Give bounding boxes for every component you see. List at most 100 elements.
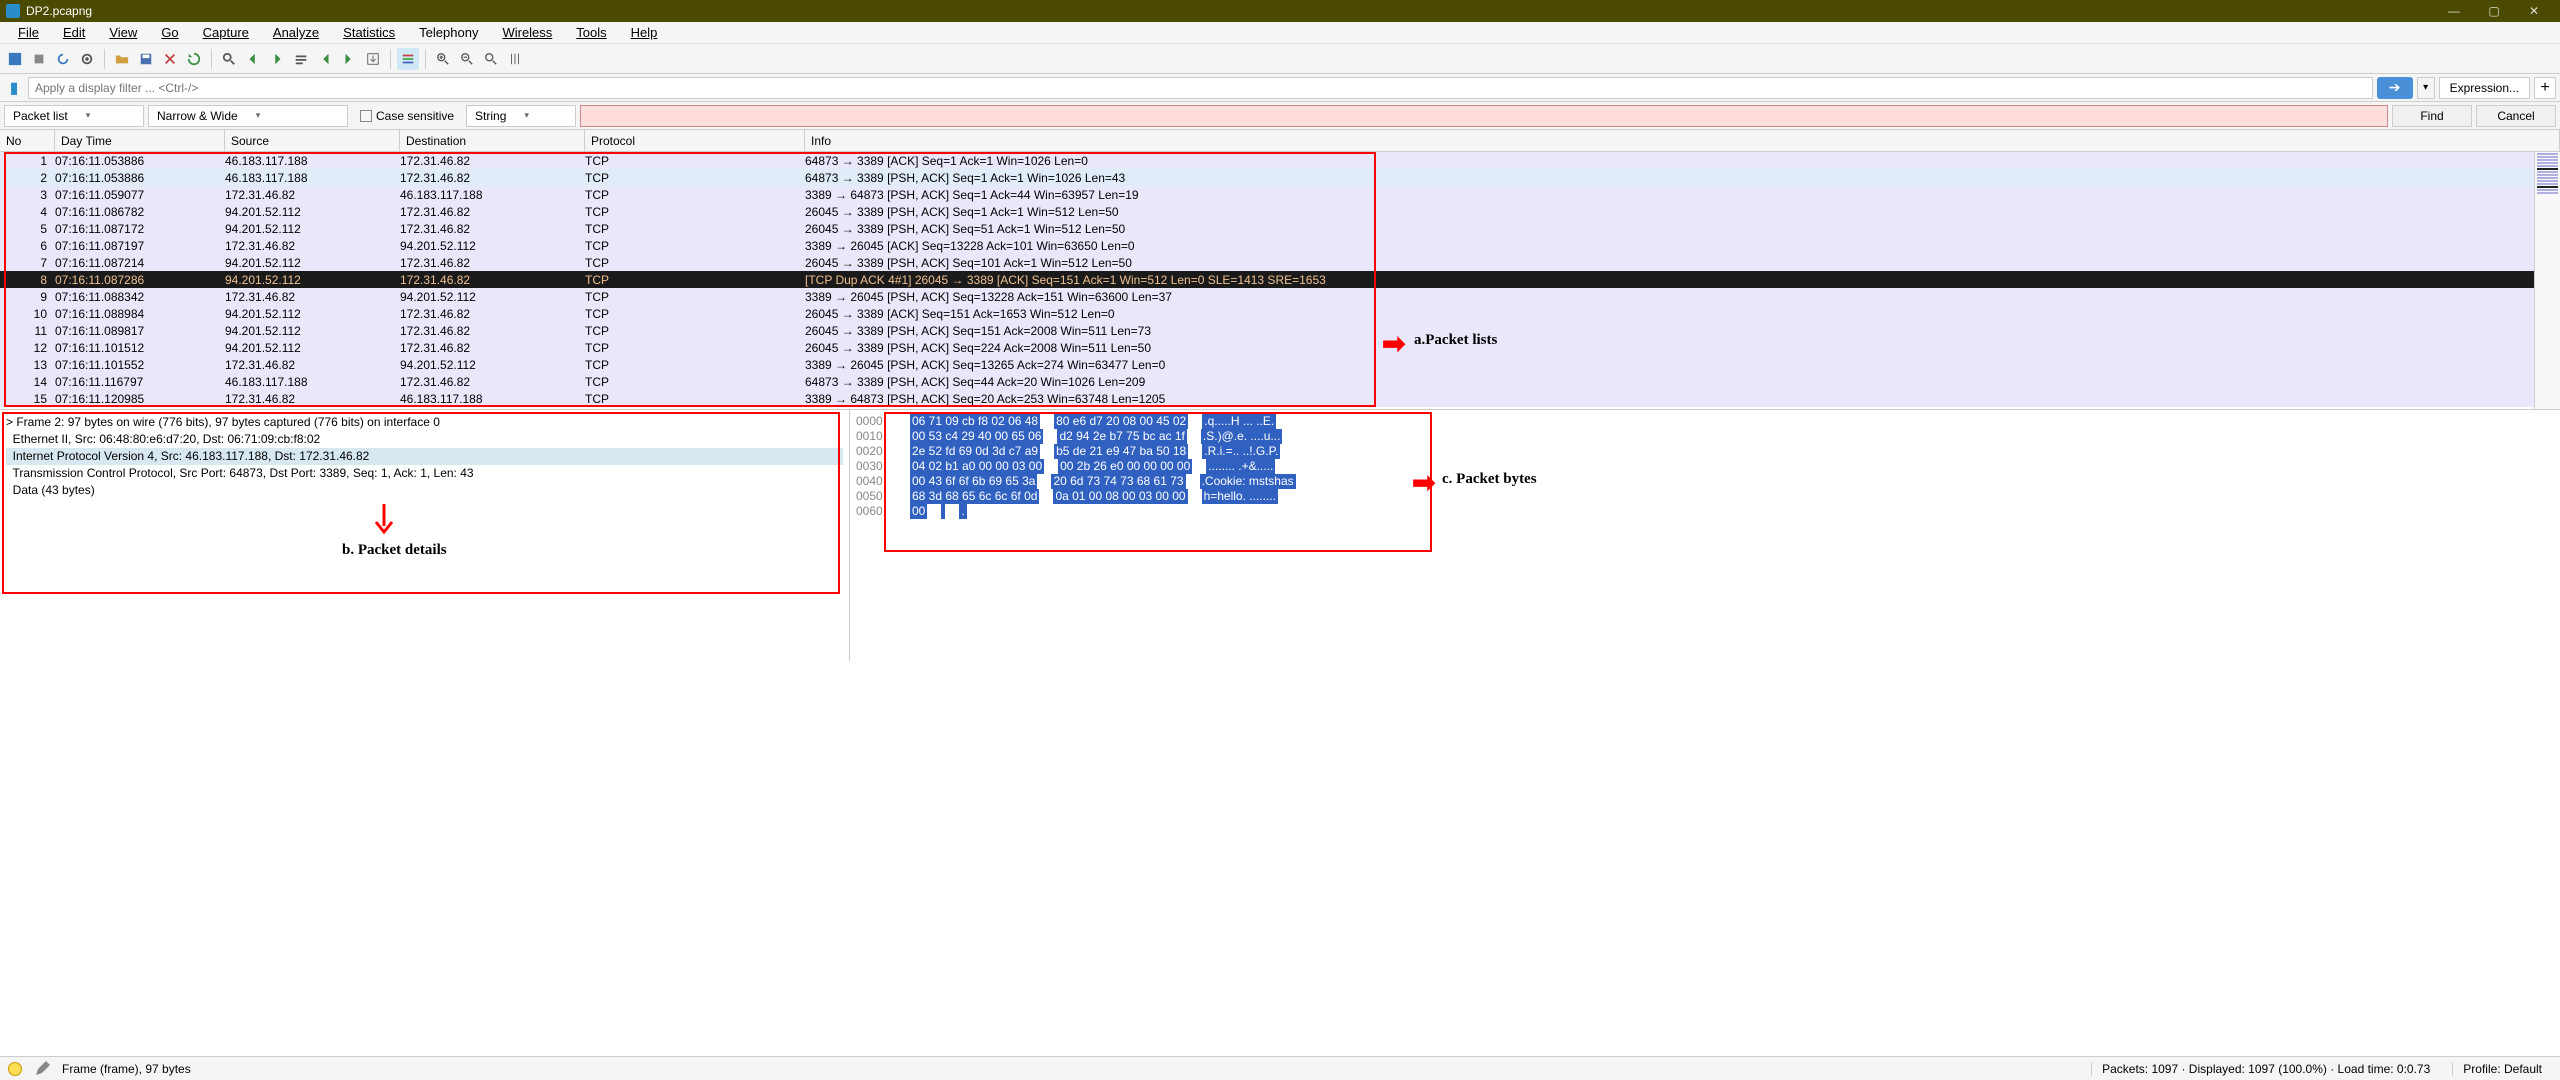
app-icon <box>6 4 20 18</box>
col-destination[interactable]: Destination <box>400 130 585 151</box>
detail-line[interactable]: Data (43 bytes) <box>6 482 843 499</box>
menubar: File Edit View Go Capture Analyze Statis… <box>0 22 2560 44</box>
bookmark-icon[interactable]: ▮ <box>4 78 24 98</box>
find-button[interactable]: Find <box>2392 105 2472 127</box>
packet-row[interactable]: 707:16:11.08721494.201.52.112172.31.46.8… <box>0 254 2560 271</box>
packet-row[interactable]: 207:16:11.05388646.183.117.188172.31.46.… <box>0 169 2560 186</box>
menu-edit[interactable]: Edit <box>51 23 97 42</box>
annotation-label-b: b. Packet details <box>342 542 447 559</box>
colorize-icon[interactable] <box>397 48 419 70</box>
menu-telephony[interactable]: Telephony <box>407 23 490 42</box>
close-button[interactable]: ✕ <box>2514 4 2554 18</box>
col-source[interactable]: Source <box>225 130 400 151</box>
window-title: DP2.pcapng <box>26 4 92 18</box>
detail-line[interactable]: > Frame 2: 97 bytes on wire (776 bits), … <box>6 414 843 431</box>
packet-details[interactable]: > Frame 2: 97 bytes on wire (776 bits), … <box>0 410 850 661</box>
menu-wireless[interactable]: Wireless <box>490 23 564 42</box>
detail-line[interactable]: Transmission Control Protocol, Src Port:… <box>6 465 843 482</box>
menu-view[interactable]: View <box>97 23 149 42</box>
packet-bytes[interactable]: 000006 71 09 cb f8 02 06 4880 e6 d7 20 0… <box>850 410 2560 661</box>
maximize-button[interactable]: ▢ <box>2474 4 2514 18</box>
hex-row[interactable]: 005068 3d 68 65 6c 6c 6f 0d0a 01 00 08 0… <box>856 489 2554 504</box>
status-frame: Frame (frame), 97 bytes <box>62 1062 191 1076</box>
packet-row[interactable]: 407:16:11.08678294.201.52.112172.31.46.8… <box>0 203 2560 220</box>
find-packet-icon[interactable] <box>218 48 240 70</box>
resize-columns-icon[interactable] <box>504 48 526 70</box>
menu-statistics[interactable]: Statistics <box>331 23 407 42</box>
find-width-combo[interactable]: Narrow & Wide▾ <box>148 105 348 127</box>
go-back-icon[interactable] <box>242 48 264 70</box>
toolbar <box>0 44 2560 74</box>
col-time[interactable]: Day Time <box>55 130 225 151</box>
zoom-in-icon[interactable] <box>432 48 454 70</box>
go-first-icon[interactable] <box>314 48 336 70</box>
packet-list[interactable]: 107:16:11.05388646.183.117.188172.31.46.… <box>0 152 2560 409</box>
find-input[interactable] <box>580 105 2388 127</box>
menu-help[interactable]: Help <box>619 23 670 42</box>
status-profile[interactable]: Profile: Default <box>2452 1062 2552 1076</box>
col-no[interactable]: No <box>0 130 55 151</box>
edit-icon[interactable] <box>34 1061 50 1077</box>
hex-row[interactable]: 000006 71 09 cb f8 02 06 4880 e6 d7 20 0… <box>856 414 2554 429</box>
annotation-arrow-c: ➡ <box>1412 466 1435 499</box>
filter-history-dropdown[interactable]: ▾ <box>2417 77 2435 99</box>
minimize-button[interactable]: — <box>2434 4 2474 18</box>
hex-row[interactable]: 001000 53 c4 29 40 00 65 06d2 94 2e b7 7… <box>856 429 2554 444</box>
find-type-combo[interactable]: String▾ <box>466 105 576 127</box>
hex-row[interactable]: 00202e 52 fd 69 0d 3d c7 a9b5 de 21 e9 4… <box>856 444 2554 459</box>
capture-options-icon[interactable] <box>76 48 98 70</box>
expression-button[interactable]: Expression... <box>2439 77 2530 99</box>
menu-tools[interactable]: Tools <box>564 23 618 42</box>
packet-row[interactable]: 307:16:11.059077172.31.46.8246.183.117.1… <box>0 186 2560 203</box>
hex-row[interactable]: 006000. <box>856 504 2554 519</box>
auto-scroll-icon[interactable] <box>362 48 384 70</box>
packet-row[interactable]: 1007:16:11.08898494.201.52.112172.31.46.… <box>0 305 2560 322</box>
statusbar: Frame (frame), 97 bytes Packets: 1097 · … <box>0 1056 2560 1080</box>
hex-row[interactable]: 003004 02 b1 a0 00 00 03 0000 2b 26 e0 0… <box>856 459 2554 474</box>
packet-row[interactable]: 1107:16:11.08981794.201.52.112172.31.46.… <box>0 322 2560 339</box>
packet-row[interactable]: 807:16:11.08728694.201.52.112172.31.46.8… <box>0 271 2560 288</box>
case-sensitive-checkbox[interactable]: Case sensitive <box>352 109 462 123</box>
stop-capture-icon[interactable] <box>28 48 50 70</box>
annotation-label-a: a.Packet lists <box>1414 332 1497 349</box>
packet-row[interactable]: 607:16:11.087197172.31.46.8294.201.52.11… <box>0 237 2560 254</box>
annotation-arrow-b <box>372 504 396 538</box>
find-scope-combo[interactable]: Packet list▾ <box>4 105 144 127</box>
expert-info-icon[interactable] <box>8 1062 22 1076</box>
detail-line[interactable]: Ethernet II, Src: 06:48:80:e6:d7:20, Dst… <box>6 431 843 448</box>
menu-capture[interactable]: Capture <box>191 23 261 42</box>
apply-filter-button[interactable]: ➔ <box>2377 77 2413 99</box>
packet-row[interactable]: 1407:16:11.11679746.183.117.188172.31.46… <box>0 373 2560 390</box>
packet-row[interactable]: 107:16:11.05388646.183.117.188172.31.46.… <box>0 152 2560 169</box>
col-protocol[interactable]: Protocol <box>585 130 805 151</box>
add-filter-button[interactable]: + <box>2534 77 2556 99</box>
menu-file[interactable]: File <box>6 23 51 42</box>
packet-row[interactable]: 1207:16:11.10151294.201.52.112172.31.46.… <box>0 339 2560 356</box>
col-info[interactable]: Info <box>805 130 2560 151</box>
packet-row[interactable]: 907:16:11.088342172.31.46.8294.201.52.11… <box>0 288 2560 305</box>
cancel-button[interactable]: Cancel <box>2476 105 2556 127</box>
packet-row[interactable]: 1307:16:11.101552172.31.46.8294.201.52.1… <box>0 356 2560 373</box>
detail-line[interactable]: Internet Protocol Version 4, Src: 46.183… <box>6 448 843 465</box>
go-forward-icon[interactable] <box>266 48 288 70</box>
restart-capture-icon[interactable] <box>52 48 74 70</box>
open-file-icon[interactable] <box>111 48 133 70</box>
save-file-icon[interactable] <box>135 48 157 70</box>
start-capture-icon[interactable] <box>4 48 26 70</box>
menu-go[interactable]: Go <box>149 23 190 42</box>
zoom-out-icon[interactable] <box>456 48 478 70</box>
hex-row[interactable]: 004000 43 6f 6f 6b 69 65 3a20 6d 73 74 7… <box>856 474 2554 489</box>
go-to-packet-icon[interactable] <box>290 48 312 70</box>
titlebar: DP2.pcapng — ▢ ✕ <box>0 0 2560 22</box>
packet-list-header: No Day Time Source Destination Protocol … <box>0 130 2560 152</box>
close-file-icon[interactable] <box>159 48 181 70</box>
annotation-label-c: c. Packet bytes <box>1442 471 1537 488</box>
display-filter-input[interactable] <box>28 77 2373 99</box>
minimap[interactable] <box>2534 152 2560 409</box>
zoom-reset-icon[interactable] <box>480 48 502 70</box>
menu-analyze[interactable]: Analyze <box>261 23 331 42</box>
packet-row[interactable]: 507:16:11.08717294.201.52.112172.31.46.8… <box>0 220 2560 237</box>
packet-row[interactable]: 1507:16:11.120985172.31.46.8246.183.117.… <box>0 390 2560 407</box>
reload-icon[interactable] <box>183 48 205 70</box>
go-last-icon[interactable] <box>338 48 360 70</box>
